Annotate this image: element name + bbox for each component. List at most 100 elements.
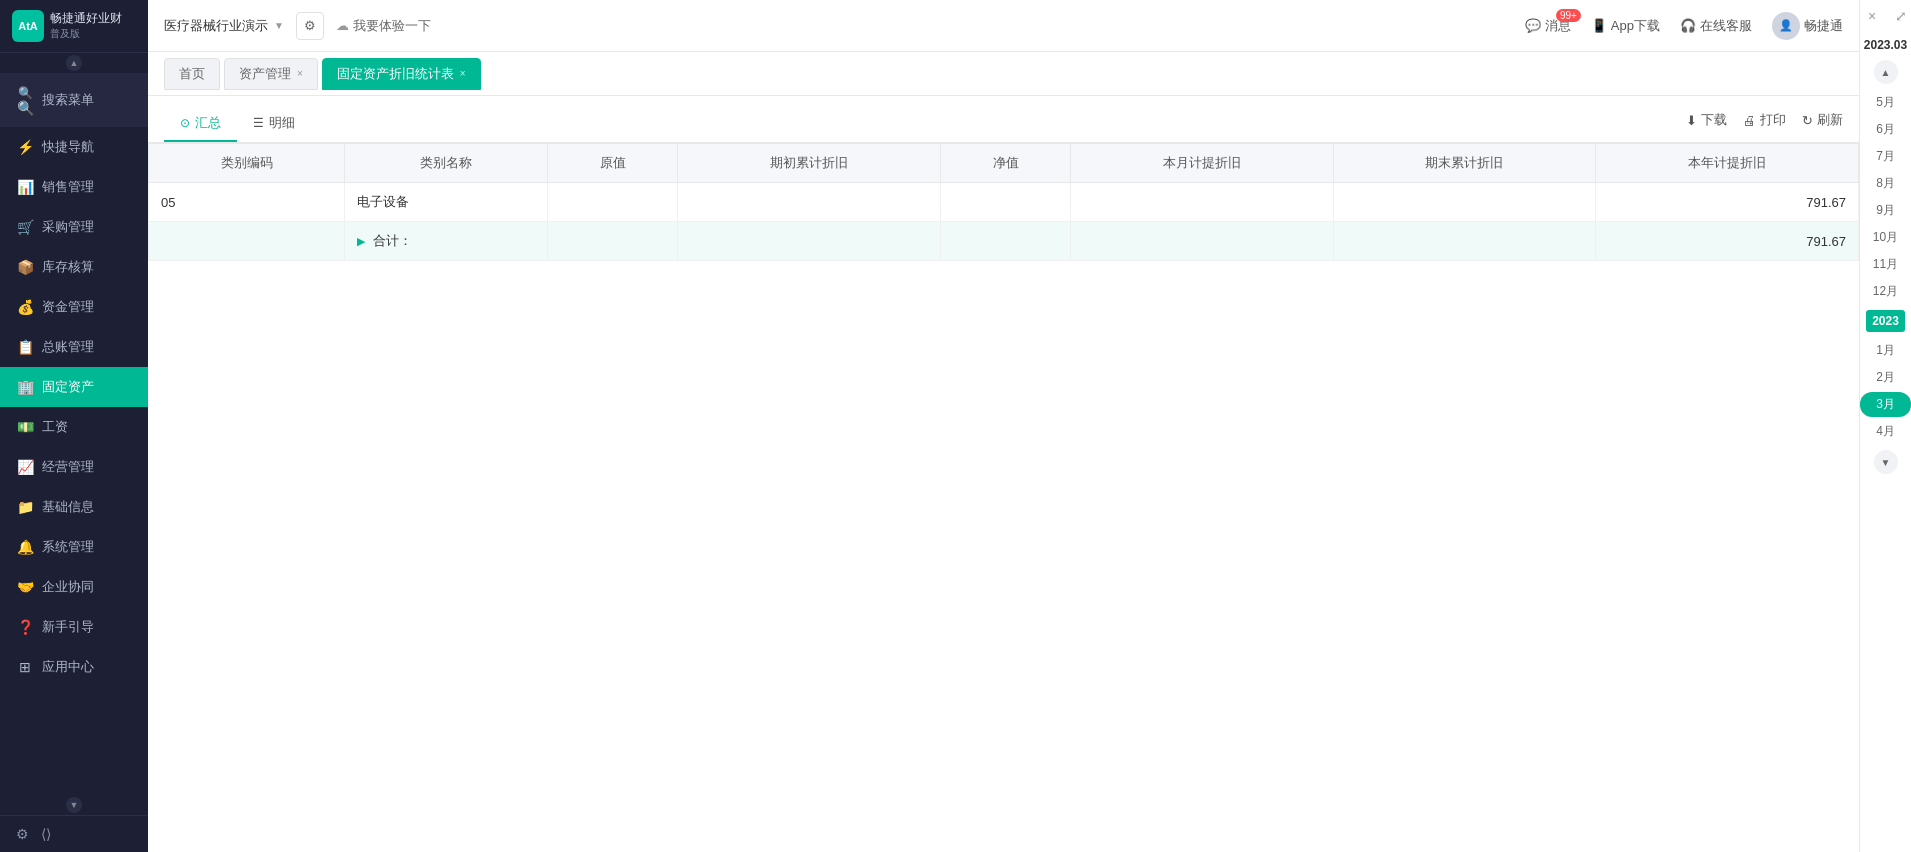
download-button[interactable]: ⬇ 下载 xyxy=(1686,111,1727,129)
header-gear-button[interactable]: ⚙ xyxy=(296,12,324,40)
tab-home[interactable]: 首页 xyxy=(164,58,220,90)
sidebar-item-system[interactable]: 🔔 系统管理 xyxy=(0,527,148,567)
header-right: 💬 消息 99+ 📱 App下载 🎧 在线客服 👤 畅捷通 xyxy=(1525,12,1843,40)
sidebar-label-inventory: 库存核算 xyxy=(42,258,94,276)
sidebar-item-purchase[interactable]: 🛒 采购管理 xyxy=(0,207,148,247)
tab-fixed-depreciation-label: 固定资产折旧统计表 xyxy=(337,65,454,83)
sidebar-item-inventory[interactable]: 📦 库存核算 xyxy=(0,247,148,287)
avatar: 👤 xyxy=(1772,12,1800,40)
month-item-4[interactable]: 4月 xyxy=(1860,419,1911,444)
sub-tab-bar: ⊙ 汇总 ☰ 明细 ⬇ 下载 🖨 打印 ↻ 刷新 xyxy=(148,96,1859,143)
month-nav-up[interactable]: ▲ xyxy=(1874,60,1898,84)
panel-expand-button[interactable]: ⤢ xyxy=(1895,8,1907,24)
print-icon: 🖨 xyxy=(1743,113,1756,128)
month-item-10[interactable]: 10月 xyxy=(1860,225,1911,250)
subtotal-icon: ▶ xyxy=(357,235,365,247)
tab-home-label: 首页 xyxy=(179,65,205,83)
sidebar-label-basic-info: 基础信息 xyxy=(42,498,94,516)
month-item-5[interactable]: 5月 xyxy=(1860,90,1911,115)
tab-fixed-depreciation-close[interactable]: × xyxy=(460,68,466,79)
system-icon: 🔔 xyxy=(16,539,34,555)
month-item-8[interactable]: 8月 xyxy=(1860,171,1911,196)
row-initial-accum xyxy=(678,183,941,222)
guide-icon: ❓ xyxy=(16,619,34,635)
tab-fixed-depreciation[interactable]: 固定资产折旧统计表 × xyxy=(322,58,481,90)
cloud-icon: ☁ xyxy=(336,18,349,33)
col-monthly: 本月计提折旧 xyxy=(1071,144,1334,183)
scroll-down-arrow[interactable]: ▼ xyxy=(66,797,82,813)
sub-tab-summary-label: 汇总 xyxy=(195,114,221,132)
sidebar-label-purchase: 采购管理 xyxy=(42,218,94,236)
row-net xyxy=(941,183,1071,222)
sidebar-item-app-center[interactable]: ⊞ 应用中心 xyxy=(0,647,148,687)
experience-button[interactable]: ☁ 我要体验一下 xyxy=(336,17,431,35)
collapse-icon[interactable]: ⟨⟩ xyxy=(41,826,51,842)
sidebar-item-sales[interactable]: 📊 销售管理 xyxy=(0,167,148,207)
table-container: 类别编码 类别名称 原值 期初累计折旧 净值 本月计提折旧 期末累计折旧 本年计… xyxy=(148,143,1859,852)
app-download-button[interactable]: 📱 App下载 xyxy=(1591,17,1660,35)
subtotal-initial-accum xyxy=(678,222,941,261)
settings-icon[interactable]: ⚙ xyxy=(16,826,29,842)
user-profile[interactable]: 👤 畅捷通 xyxy=(1772,12,1843,40)
sidebar-item-basic-info[interactable]: 📁 基础信息 xyxy=(0,487,148,527)
company-selector[interactable]: 医疗器械行业演示 ▼ xyxy=(164,17,284,35)
sub-tab-detail[interactable]: ☰ 明细 xyxy=(237,106,311,142)
panel-close-button[interactable]: × xyxy=(1868,8,1876,24)
top-header: 医疗器械行业演示 ▼ ⚙ ☁ 我要体验一下 💬 消息 99+ 📱 App下载 🎧… xyxy=(148,0,1859,52)
sidebar-item-payroll[interactable]: 💵 工资 xyxy=(0,407,148,447)
row-original xyxy=(548,183,678,222)
sidebar-item-enterprise[interactable]: 🤝 企业协同 xyxy=(0,567,148,607)
month-item-6[interactable]: 6月 xyxy=(1860,117,1911,142)
logo-text: 畅捷通好业财 xyxy=(50,11,122,27)
refresh-button[interactable]: ↻ 刷新 xyxy=(1802,111,1843,129)
payroll-icon: 💵 xyxy=(16,419,34,435)
logo-icon: AtA xyxy=(12,10,44,42)
sidebar: AtA 畅捷通好业财 普及版 ▲ 🔍 搜索菜单 ⚡ 快捷导航 📊 销售管理 🛒 … xyxy=(0,0,148,852)
sidebar-item-finance[interactable]: 💰 资金管理 xyxy=(0,287,148,327)
download-icon: ⬇ xyxy=(1686,113,1697,128)
col-net: 净值 xyxy=(941,144,1071,183)
app-download-label: App下载 xyxy=(1611,17,1660,35)
sidebar-item-quick-nav[interactable]: ⚡ 快捷导航 xyxy=(0,127,148,167)
sidebar-footer: ⚙ ⟨⟩ xyxy=(0,815,148,852)
month-item-3[interactable]: 3月 xyxy=(1860,392,1911,417)
right-panel: × ⤢ 2023.03 ▲ 5月 6月 7月 8月 9月 10月 11月 12月… xyxy=(1859,0,1911,852)
col-code: 类别编码 xyxy=(149,144,345,183)
month-list: ▲ 5月 6月 7月 8月 9月 10月 11月 12月 2023 1月 2月 … xyxy=(1860,56,1911,852)
sub-tab-summary[interactable]: ⊙ 汇总 xyxy=(164,106,237,142)
sidebar-item-guide[interactable]: ❓ 新手引导 xyxy=(0,607,148,647)
customer-service-button[interactable]: 🎧 在线客服 xyxy=(1680,17,1752,35)
sidebar-item-operations[interactable]: 📈 经营管理 xyxy=(0,447,148,487)
sub-tab-detail-label: 明细 xyxy=(269,114,295,132)
sidebar-label-fixed-assets: 固定资产 xyxy=(42,378,94,396)
month-item-12[interactable]: 12月 xyxy=(1860,279,1911,304)
gear-icon: ⚙ xyxy=(304,18,316,33)
sidebar-item-ledger[interactable]: 📋 总账管理 xyxy=(0,327,148,367)
subtotal-label: ▶ 合计： xyxy=(345,222,548,261)
tab-asset-mgmt[interactable]: 资产管理 × xyxy=(224,58,318,90)
month-nav-down[interactable]: ▼ xyxy=(1874,450,1898,474)
sidebar-label-app-center: 应用中心 xyxy=(42,658,94,676)
sidebar-menu: 🔍 搜索菜单 ⚡ 快捷导航 📊 销售管理 🛒 采购管理 📦 库存核算 💰 资金管… xyxy=(0,73,148,795)
message-button[interactable]: 💬 消息 99+ xyxy=(1525,17,1571,35)
col-name: 类别名称 xyxy=(345,144,548,183)
tab-bar: 首页 资产管理 × 固定资产折旧统计表 × xyxy=(148,52,1859,96)
main-area: 医疗器械行业演示 ▼ ⚙ ☁ 我要体验一下 💬 消息 99+ 📱 App下载 🎧… xyxy=(148,0,1859,852)
company-name: 医疗器械行业演示 xyxy=(164,17,268,35)
month-item-7[interactable]: 7月 xyxy=(1860,144,1911,169)
print-button[interactable]: 🖨 打印 xyxy=(1743,111,1786,129)
scroll-up-arrow[interactable]: ▲ xyxy=(66,55,82,71)
tab-asset-mgmt-close[interactable]: × xyxy=(297,68,303,79)
subtotal-original xyxy=(548,222,678,261)
month-item-11[interactable]: 11月 xyxy=(1860,252,1911,277)
download-icon: 📱 xyxy=(1591,18,1607,33)
month-item-2[interactable]: 2月 xyxy=(1860,365,1911,390)
sidebar-item-search[interactable]: 🔍 搜索菜单 xyxy=(0,73,148,127)
month-item-1[interactable]: 1月 xyxy=(1860,338,1911,363)
month-item-9[interactable]: 9月 xyxy=(1860,198,1911,223)
sidebar-label-enterprise: 企业协同 xyxy=(42,578,94,596)
inventory-icon: 📦 xyxy=(16,259,34,275)
sidebar-item-fixed-assets[interactable]: 🏢 固定资产 xyxy=(0,367,148,407)
sidebar-label-operations: 经营管理 xyxy=(42,458,94,476)
message-badge: 99+ xyxy=(1556,9,1581,22)
